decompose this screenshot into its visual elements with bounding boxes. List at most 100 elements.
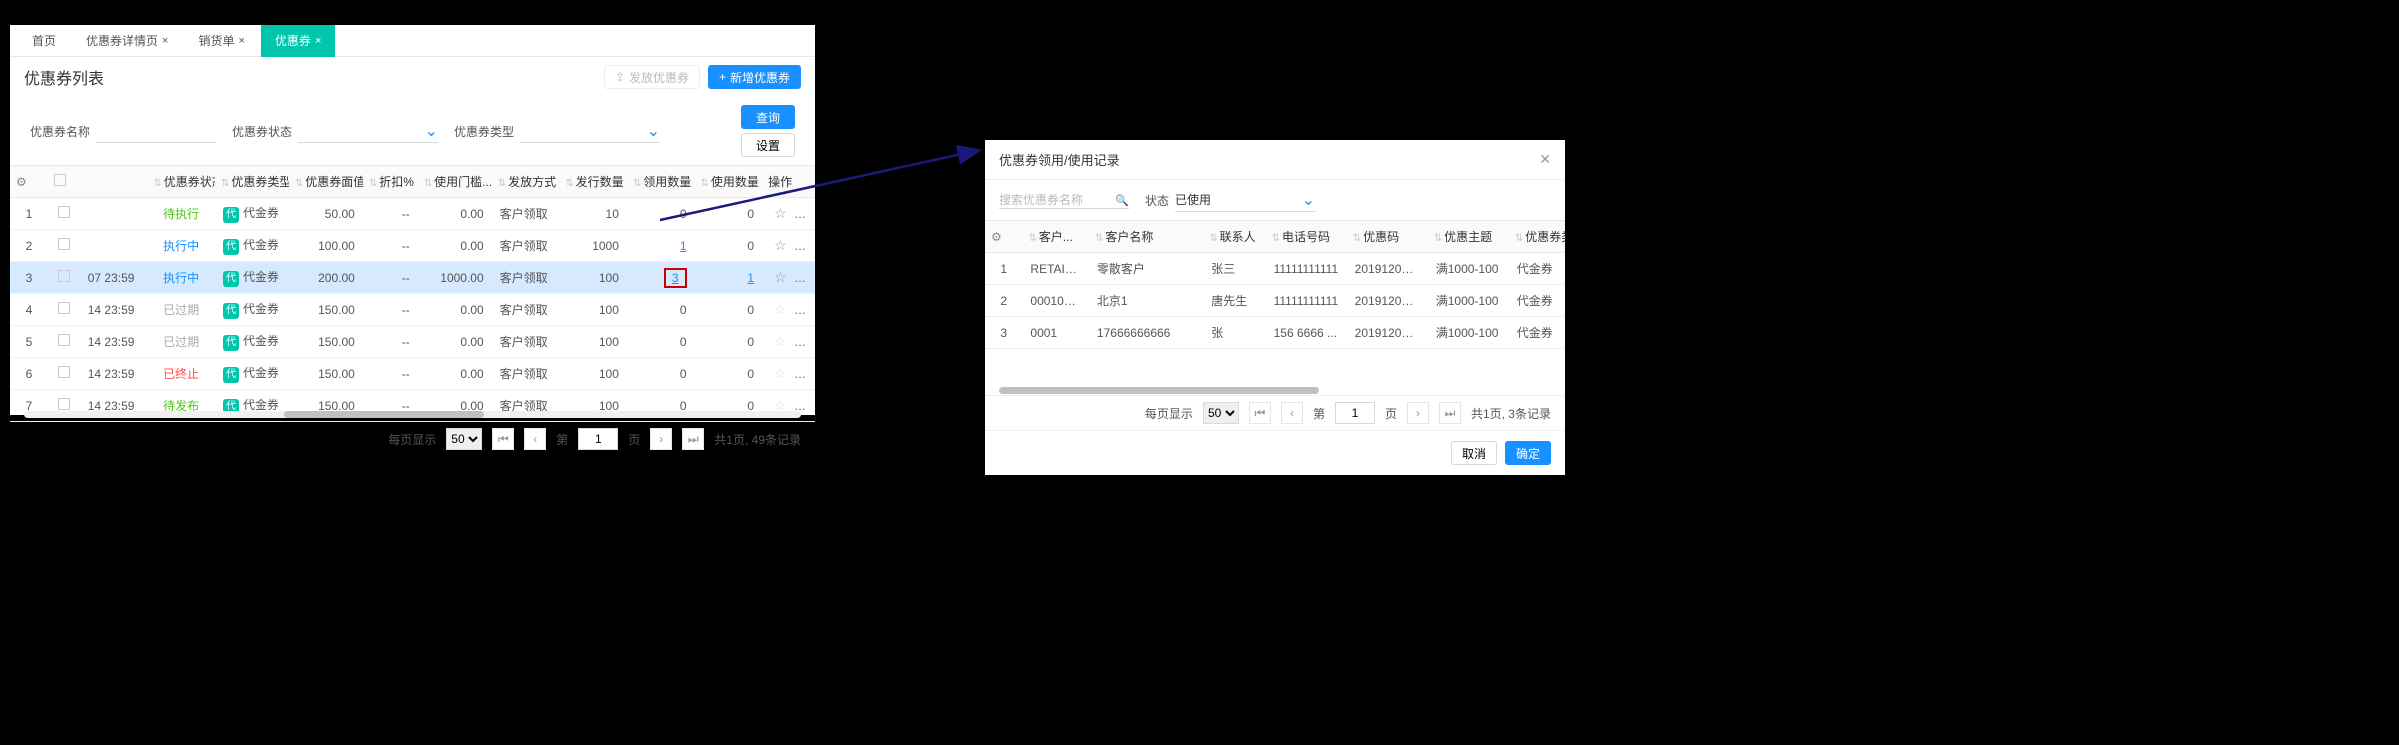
share-icon[interactable]: ☆ bbox=[774, 205, 787, 222]
status-badge: 已终止 bbox=[163, 365, 199, 382]
share-icon: ⇪ bbox=[615, 70, 625, 84]
modal-page-size-select[interactable]: 50 bbox=[1203, 402, 1239, 424]
chevron-down-icon bbox=[1302, 190, 1315, 210]
coupon-type-select[interactable] bbox=[520, 119, 660, 143]
coupon-table: 优惠券状态 优惠券类型 优惠券面值 折扣% 使用门槛... 发放方式 发行数量 … bbox=[10, 165, 815, 411]
page-title: 优惠券列表 bbox=[24, 65, 104, 89]
horizontal-scrollbar[interactable] bbox=[999, 387, 1319, 394]
table-row[interactable]: 1 待执行 代代金券 50.00 -- 0.00 客户领取 10 0 0 ☆ ⊞ bbox=[10, 198, 815, 230]
modal-pager: 每页显示 50 ⏮ ‹ 第 页 › ⏭ 共1页, 3条记录 bbox=[985, 395, 1565, 430]
close-icon[interactable]: × bbox=[162, 25, 168, 57]
search-icon bbox=[1115, 193, 1129, 207]
modal-status-select[interactable]: 已使用 bbox=[1175, 188, 1315, 212]
modal-search[interactable]: 搜索优惠券名称 bbox=[999, 191, 1129, 209]
share-icon[interactable]: ☆ bbox=[774, 397, 787, 411]
tab-首页[interactable]: 首页 bbox=[18, 25, 70, 57]
page-size-select[interactable]: 50 bbox=[446, 428, 482, 450]
status-badge: 执行中 bbox=[163, 269, 199, 286]
coupon-type-badge: 代 bbox=[223, 335, 239, 351]
tab-优惠券详情页[interactable]: 优惠券详情页× bbox=[72, 25, 182, 57]
table-row[interactable]: 6 14 23:59 已终止 代代金券 150.00 -- 0.00 客户领取 … bbox=[10, 358, 815, 390]
usage-record-modal: 优惠券领用/使用记录 ✕ 搜索优惠券名称 状态 已使用 bbox=[985, 140, 1565, 475]
table-row[interactable]: 3 0001 17666666666 张 156 6666 ... 201912… bbox=[985, 317, 1565, 349]
row-checkbox[interactable] bbox=[58, 238, 70, 250]
qrcode-icon[interactable]: ⊞ bbox=[798, 269, 810, 286]
plus-icon: + bbox=[719, 70, 726, 84]
qrcode-icon[interactable]: ⊞ bbox=[798, 397, 810, 411]
page-input[interactable] bbox=[578, 428, 618, 450]
table-row[interactable]: 2 00010001 北京1 唐先生 11111111111 201912007… bbox=[985, 285, 1565, 317]
table-row[interactable]: 4 14 23:59 已过期 代代金券 150.00 -- 0.00 客户领取 … bbox=[10, 294, 815, 326]
chevron-down-icon bbox=[425, 121, 438, 141]
pager-next-button[interactable]: › bbox=[1407, 402, 1429, 424]
status-badge: 已过期 bbox=[163, 333, 199, 350]
pager-first-button[interactable]: ⏮ bbox=[1249, 402, 1271, 424]
select-all-checkbox[interactable] bbox=[54, 174, 66, 186]
coupon-type-badge: 代 bbox=[223, 303, 239, 319]
status-badge: 待执行 bbox=[163, 205, 199, 222]
coupon-type-badge: 代 bbox=[223, 399, 239, 411]
pager-prev-button[interactable]: ‹ bbox=[1281, 402, 1303, 424]
modal-page-input[interactable] bbox=[1335, 402, 1375, 424]
use-count-link[interactable]: 1 bbox=[747, 271, 754, 285]
share-icon[interactable]: ☆ bbox=[774, 237, 787, 254]
tab-bar: 首页优惠券详情页×销货单×优惠券× bbox=[10, 25, 815, 57]
horizontal-scrollbar[interactable] bbox=[284, 411, 484, 418]
search-button[interactable]: 查询 bbox=[741, 105, 795, 129]
qrcode-icon[interactable]: ⊞ bbox=[798, 205, 810, 222]
share-icon[interactable]: ☆ bbox=[774, 365, 787, 382]
tab-销货单[interactable]: 销货单× bbox=[184, 25, 258, 57]
pager-next-button[interactable]: › bbox=[650, 428, 672, 450]
close-icon[interactable]: ✕ bbox=[1539, 151, 1551, 168]
share-icon[interactable]: ☆ bbox=[774, 333, 787, 350]
chevron-down-icon bbox=[647, 121, 660, 141]
row-checkbox[interactable] bbox=[58, 334, 70, 346]
modal-status-label: 状态 bbox=[1145, 192, 1169, 209]
receive-count-link[interactable]: 1 bbox=[680, 239, 687, 253]
status-badge: 待发布 bbox=[163, 397, 199, 411]
coupon-type-badge: 代 bbox=[223, 239, 239, 255]
qrcode-icon[interactable]: ⊞ bbox=[798, 365, 810, 382]
pager-first-button[interactable]: ⏮ bbox=[492, 428, 514, 450]
qrcode-icon[interactable]: ⊞ bbox=[798, 333, 810, 350]
qrcode-icon[interactable]: ⊞ bbox=[798, 301, 810, 318]
settings-button[interactable]: 设置 bbox=[741, 133, 795, 157]
pager-prev-button[interactable]: ‹ bbox=[524, 428, 546, 450]
pager-last-button[interactable]: ⏭ bbox=[682, 428, 704, 450]
table-row[interactable]: 2 执行中 代代金券 100.00 -- 0.00 客户领取 1000 1 0 … bbox=[10, 230, 815, 262]
create-coupon-button[interactable]: + 新增优惠券 bbox=[708, 65, 801, 89]
gear-icon[interactable] bbox=[16, 175, 27, 189]
filter-bar: 优惠券名称 优惠券状态 优惠券类型 查询 设置 bbox=[10, 97, 815, 165]
status-badge: 已过期 bbox=[163, 301, 199, 318]
close-icon[interactable]: × bbox=[238, 25, 244, 57]
table-row[interactable]: 3 07 23:59 执行中 代代金券 200.00 -- 1000.00 客户… bbox=[10, 262, 815, 294]
coupon-name-input[interactable] bbox=[96, 119, 216, 143]
pager: 每页显示 50 ⏮ ‹ 第 页 › ⏭ 共1页, 49条记录 bbox=[10, 421, 815, 456]
table-row[interactable]: 1 RETAIL... 零散客户 张三 11111111111 20191200… bbox=[985, 253, 1565, 285]
table-row[interactable]: 7 14 23:59 待发布 代代金券 150.00 -- 0.00 客户领取 … bbox=[10, 390, 815, 412]
row-checkbox[interactable] bbox=[58, 206, 70, 218]
cancel-button[interactable]: 取消 bbox=[1451, 441, 1497, 465]
row-checkbox[interactable] bbox=[58, 302, 70, 314]
table-row[interactable]: 5 14 23:59 已过期 代代金券 150.00 -- 0.00 客户领取 … bbox=[10, 326, 815, 358]
row-checkbox[interactable] bbox=[58, 270, 70, 282]
qrcode-icon[interactable]: ⊞ bbox=[798, 237, 810, 254]
status-badge: 执行中 bbox=[163, 237, 199, 254]
row-checkbox[interactable] bbox=[58, 398, 70, 410]
coupon-type-badge: 代 bbox=[223, 271, 239, 287]
close-icon[interactable]: × bbox=[315, 25, 321, 57]
filter-name-label: 优惠券名称 bbox=[30, 123, 90, 140]
share-icon[interactable]: ☆ bbox=[774, 301, 787, 318]
row-checkbox[interactable] bbox=[58, 366, 70, 378]
receive-count-link[interactable]: 3 bbox=[664, 268, 687, 288]
filter-type-label: 优惠券类型 bbox=[454, 123, 514, 140]
usage-table: 客户... 客户名称 联系人 电话号码 优惠码 优惠主题 优惠券类 1 RETA… bbox=[985, 220, 1565, 349]
distribute-button[interactable]: ⇪ 发放优惠券 bbox=[604, 65, 700, 89]
gear-icon[interactable] bbox=[991, 230, 1002, 244]
share-icon[interactable]: ☆ bbox=[774, 269, 787, 286]
pager-last-button[interactable]: ⏭ bbox=[1439, 402, 1461, 424]
coupon-status-select[interactable] bbox=[298, 119, 438, 143]
tab-优惠券[interactable]: 优惠券× bbox=[261, 25, 335, 57]
ok-button[interactable]: 确定 bbox=[1505, 441, 1551, 465]
page-header: 优惠券列表 ⇪ 发放优惠券 + 新增优惠券 bbox=[10, 57, 815, 97]
